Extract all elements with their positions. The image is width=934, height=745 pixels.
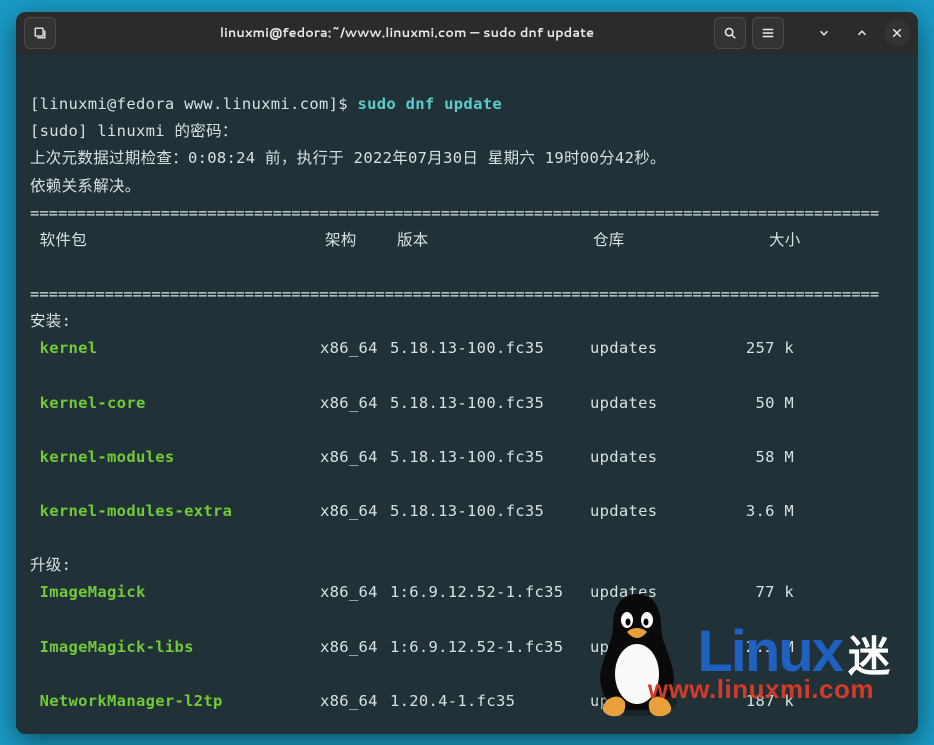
- divider-mid: ========================================…: [30, 285, 879, 303]
- command-text: sudo dnf update: [357, 95, 501, 113]
- titlebar: linuxmi@fedora:~/www.linuxmi.com — sudo …: [16, 12, 918, 54]
- hamburger-menu-button[interactable]: [752, 17, 784, 49]
- sudo-prompt: [sudo] linuxmi 的密码：: [30, 122, 238, 140]
- watermark-url: www.linuxmi.com: [648, 667, 874, 713]
- table-row: kernel-corex86_645.18.13-100.fc35updates…: [30, 390, 904, 417]
- window-title: linuxmi@fedora:~/www.linuxmi.com — sudo …: [106, 24, 708, 42]
- deps-resolved-line: 依赖关系解决。: [30, 177, 141, 195]
- terminal-output[interactable]: [linuxmi@fedora www.linuxmi.com]$ sudo d…: [16, 54, 918, 734]
- table-row: ImageMagick-libsx86_641:6.9.12.52-1.fc35…: [30, 634, 904, 661]
- table-row: kernel-modulesx86_645.18.13-100.fc35upda…: [30, 444, 904, 471]
- divider-top: ========================================…: [30, 204, 879, 222]
- metadata-line: 上次元数据过期检查：0:08:24 前，执行于 2022年07月30日 星期六 …: [30, 149, 666, 167]
- table-row: ImageMagickx86_641:6.9.12.52-1.fc35updat…: [30, 579, 904, 606]
- section-install: 安装:: [30, 312, 71, 330]
- maximize-button[interactable]: [846, 17, 878, 49]
- table-row: kernelx86_645.18.13-100.fc35updates257 k: [30, 335, 904, 362]
- minimize-button[interactable]: [808, 17, 840, 49]
- table-row: kernel-modules-extrax86_645.18.13-100.fc…: [30, 498, 904, 525]
- new-tab-button[interactable]: [24, 17, 56, 49]
- table-header: 软件包架构版本仓库大小: [30, 227, 904, 254]
- search-button[interactable]: [714, 17, 746, 49]
- close-button[interactable]: [884, 20, 910, 46]
- prompt: [linuxmi@fedora www.linuxmi.com]$: [30, 95, 357, 113]
- section-upgrade: 升级:: [30, 556, 71, 574]
- terminal-window: linuxmi@fedora:~/www.linuxmi.com — sudo …: [16, 12, 918, 734]
